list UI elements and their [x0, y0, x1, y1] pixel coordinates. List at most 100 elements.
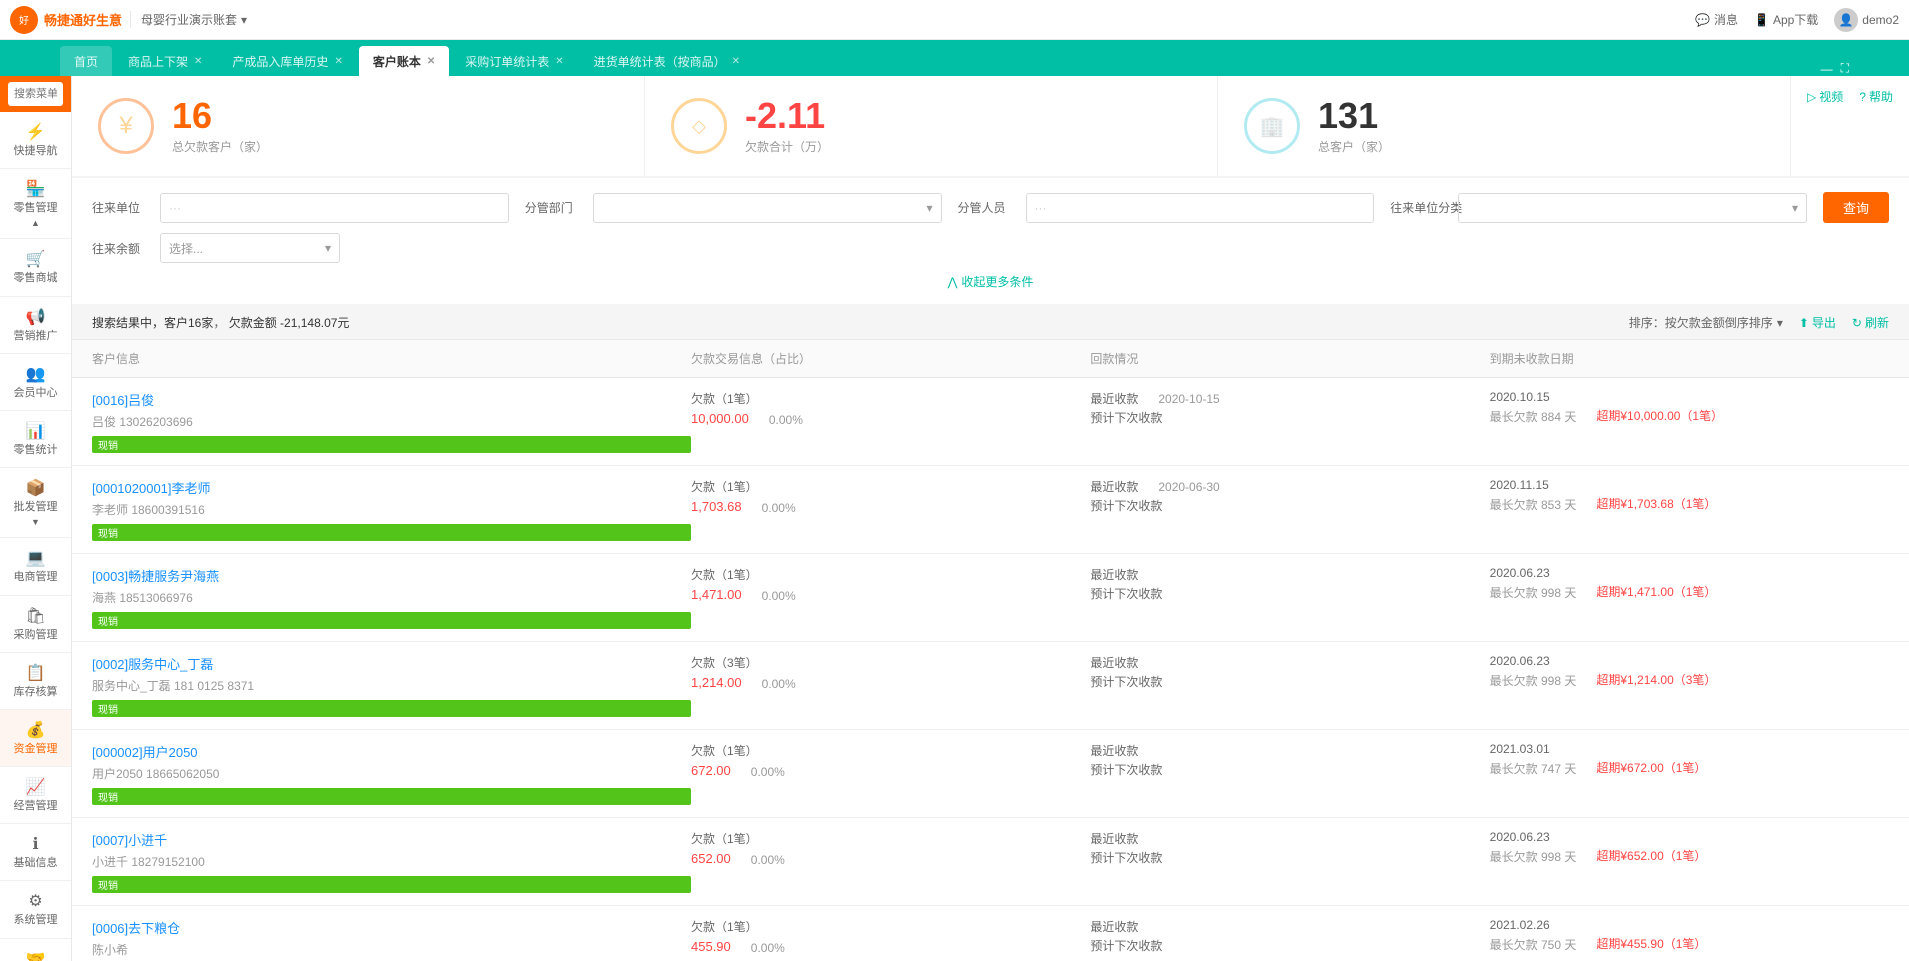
overdue-detail-row: 最长欠款 884 天 超期¥10,000.00（1笔） — [1490, 406, 1889, 425]
purchase-icon: 🛍 — [25, 606, 45, 626]
maximize-icon[interactable]: ⛶ — [1841, 61, 1849, 76]
user-area[interactable]: 👤 demo2 — [1834, 8, 1899, 32]
debt-amount: 1,214.00 — [691, 675, 742, 690]
close-icon[interactable]: ✕ — [334, 56, 342, 67]
debt-count: 欠款（1笔） — [691, 390, 1090, 407]
customer-name[interactable]: [0007]小进千 — [92, 830, 691, 849]
top-bar-left: 好 畅捷通好生意 母婴行业演示账套 ▾ — [10, 6, 257, 34]
company-selector[interactable]: 母婴行业演示账套 ▾ — [130, 11, 257, 28]
close-icon[interactable]: ✕ — [555, 56, 563, 67]
customer-name[interactable]: [0002]服务中心_丁磊 — [92, 654, 691, 673]
table-row: [0006]去下粮仓 陈小希 现销 欠款（1笔） 455.90 0.00% 最近… — [72, 906, 1909, 961]
sidebar-item-retail-mall[interactable]: 🛒 零售商城 — [0, 239, 71, 296]
sidebar-item-marketing[interactable]: 📢 营销推广 — [0, 297, 71, 354]
close-icon[interactable]: ✕ — [427, 56, 435, 67]
overdue-days: 最长欠款 853 天 — [1490, 496, 1577, 513]
dept-select[interactable]: ▾ — [593, 193, 942, 223]
unit-category-select[interactable]: ▾ — [1458, 193, 1807, 223]
collection-cell: 最近收款 预计下次收款 — [1090, 566, 1489, 602]
next-collection-label: 预计下次收款 — [1090, 937, 1489, 954]
data-table: 客户信息 欠款交易信息（占比） 回款情况 到期未收款日期 [0016]吕俊 吕俊… — [72, 340, 1909, 961]
chevron-icon: ▲ — [31, 218, 40, 228]
overdue-amount[interactable]: 超期¥10,000.00（1笔） — [1596, 407, 1723, 424]
customer-name[interactable]: [000002]用户2050 — [92, 742, 691, 761]
total-customers-label: 总客户（家） — [1318, 138, 1390, 155]
overdue-amount[interactable]: 超期¥1,703.68（1笔） — [1596, 495, 1716, 512]
close-icon[interactable]: ✕ — [194, 56, 202, 67]
tab-customer-account[interactable]: 客户账本 ✕ — [359, 46, 449, 76]
sidebar-item-retail-mgmt[interactable]: 🏪 零售管理 ▲ — [0, 169, 71, 239]
logo-icon: 好 — [10, 6, 38, 34]
source-unit-input[interactable]: ··· — [160, 193, 509, 223]
stat-total-customers-info: 131 总客户（家） — [1318, 98, 1390, 155]
tab-products-listing[interactable]: 商品上下架 ✕ — [114, 46, 216, 76]
export-icon: ⬆ — [1799, 316, 1809, 330]
customer-name[interactable]: [0001020001]李老师 — [92, 478, 691, 497]
sidebar-item-ecommerce[interactable]: 💻 电商管理 — [0, 538, 71, 595]
sidebar-item-enterprise-collab[interactable]: 🤝 企业协同 — [0, 939, 71, 961]
filter-unit-category: 往来单位分类 ▾ — [1390, 193, 1807, 223]
overdue-date: 2020.10.15 — [1490, 390, 1889, 404]
customer-meta: 海燕 18513066976 — [92, 589, 691, 606]
sort-label: 排序：按欠款金额倒序排序 — [1629, 314, 1773, 331]
retail-stats-icon: 📊 — [26, 421, 46, 441]
debt-info-cell: 欠款（3笔） 1,214.00 0.00% — [691, 654, 1090, 691]
overdue-amount[interactable]: 超期¥455.90（1笔） — [1596, 935, 1706, 952]
customer-name[interactable]: [0006]去下粮仓 — [92, 918, 691, 937]
messages-btn[interactable]: 💬 消息 — [1695, 11, 1738, 28]
tab-home[interactable]: 首页 — [60, 46, 112, 76]
sidebar-item-finance[interactable]: 💰 资金管理 — [0, 710, 71, 767]
overdue-amount[interactable]: 超期¥1,214.00（3笔） — [1596, 671, 1716, 688]
sidebar-item-quick-nav[interactable]: ⚡ 快捷导航 — [0, 112, 71, 169]
sidebar-item-wholesale-mgmt[interactable]: 📦 批发管理 ▼ — [0, 468, 71, 538]
sidebar-item-purchase-mgmt[interactable]: 🛍 采购管理 — [0, 596, 71, 653]
finance-icon: 💰 — [26, 720, 46, 740]
header-collection: 回款情况 — [1090, 350, 1489, 367]
export-button[interactable]: ⬆ 导出 — [1799, 314, 1836, 331]
overdue-amount[interactable]: 超期¥672.00（1笔） — [1596, 759, 1706, 776]
overdue-cell: 2021.02.26 最长欠款 750 天 超期¥455.90（1笔） — [1490, 918, 1889, 953]
logo-text: 畅捷通好生意 — [44, 10, 122, 29]
tab-production-history[interactable]: 产成品入库单历史 ✕ — [218, 46, 356, 76]
chevron-down-icon: ▾ — [241, 13, 247, 27]
sort-select[interactable]: 排序：按欠款金额倒序排序 ▾ — [1629, 314, 1783, 331]
amount-row: 652.00 0.00% — [691, 849, 1090, 867]
tab-purchase-stats[interactable]: 采购订单统计表 ✕ — [451, 46, 577, 76]
help-btn[interactable]: ? 帮助 — [1859, 88, 1893, 105]
balance-select[interactable]: 选择... ▾ — [160, 233, 340, 263]
close-icon[interactable]: ✕ — [732, 56, 740, 67]
collection-row: 最近收款 — [1090, 918, 1489, 935]
source-unit-label: 往来单位 — [92, 199, 152, 216]
member-icon: 👥 — [26, 364, 46, 384]
main-content: ¥ 16 总欠款客户（家） ◇ -2.11 欠款合计（万） 🏢 — [72, 76, 1909, 961]
tab-purchase-by-product[interactable]: 进货单统计表（按商品） ✕ — [580, 46, 754, 76]
filter-row-1: 往来单位 ··· 分管部门 ▾ 分管人员 ··· — [92, 192, 1889, 223]
collab-icon: 🤝 — [26, 949, 46, 961]
minimize-icon[interactable]: — — [1821, 62, 1833, 76]
overdue-amount[interactable]: 超期¥652.00（1笔） — [1596, 847, 1706, 864]
overdue-amount[interactable]: 超期¥1,471.00（1笔） — [1596, 583, 1716, 600]
customer-name[interactable]: [0016]吕俊 — [92, 390, 691, 409]
sidebar-item-operations[interactable]: 📈 经营管理 — [0, 767, 71, 824]
chevron-down-icon: ▾ — [325, 241, 331, 255]
sidebar-item-member-center[interactable]: 👥 会员中心 — [0, 354, 71, 411]
collection-cell: 最近收款 2020-10-15 预计下次收款 — [1090, 390, 1489, 426]
refresh-button[interactable]: ↻ 刷新 — [1852, 314, 1889, 331]
overdue-days: 最长欠款 998 天 — [1490, 672, 1577, 689]
customer-name[interactable]: [0003]畅捷服务尹海燕 — [92, 566, 691, 585]
top-bar: 好 畅捷通好生意 母婴行业演示账套 ▾ 💬 消息 📱 App下载 👤 demo2 — [0, 0, 1909, 40]
query-button[interactable]: 查询 — [1823, 192, 1889, 223]
sidebar-item-basic-info[interactable]: ℹ 基础信息 — [0, 824, 71, 881]
video-btn[interactable]: ▷ 视频 — [1807, 88, 1843, 105]
menu-search-input[interactable] — [8, 82, 63, 106]
manager-input[interactable]: ··· — [1026, 193, 1375, 223]
collapse-row[interactable]: ⋀ 收起更多条件 — [92, 273, 1889, 290]
sidebar-item-system[interactable]: ⚙ 系统管理 — [0, 881, 71, 938]
app-download-btn[interactable]: 📱 App下载 — [1754, 11, 1818, 28]
overdue-days: 最长欠款 998 天 — [1490, 584, 1577, 601]
sidebar-item-retail-stats[interactable]: 📊 零售统计 — [0, 411, 71, 468]
sidebar-item-inventory[interactable]: 📋 库存核算 — [0, 653, 71, 710]
debt-amount: 455.90 — [691, 939, 731, 954]
debt-info-cell: 欠款（1笔） 672.00 0.00% — [691, 742, 1090, 779]
overdue-cell: 2021.03.01 最长欠款 747 天 超期¥672.00（1笔） — [1490, 742, 1889, 777]
